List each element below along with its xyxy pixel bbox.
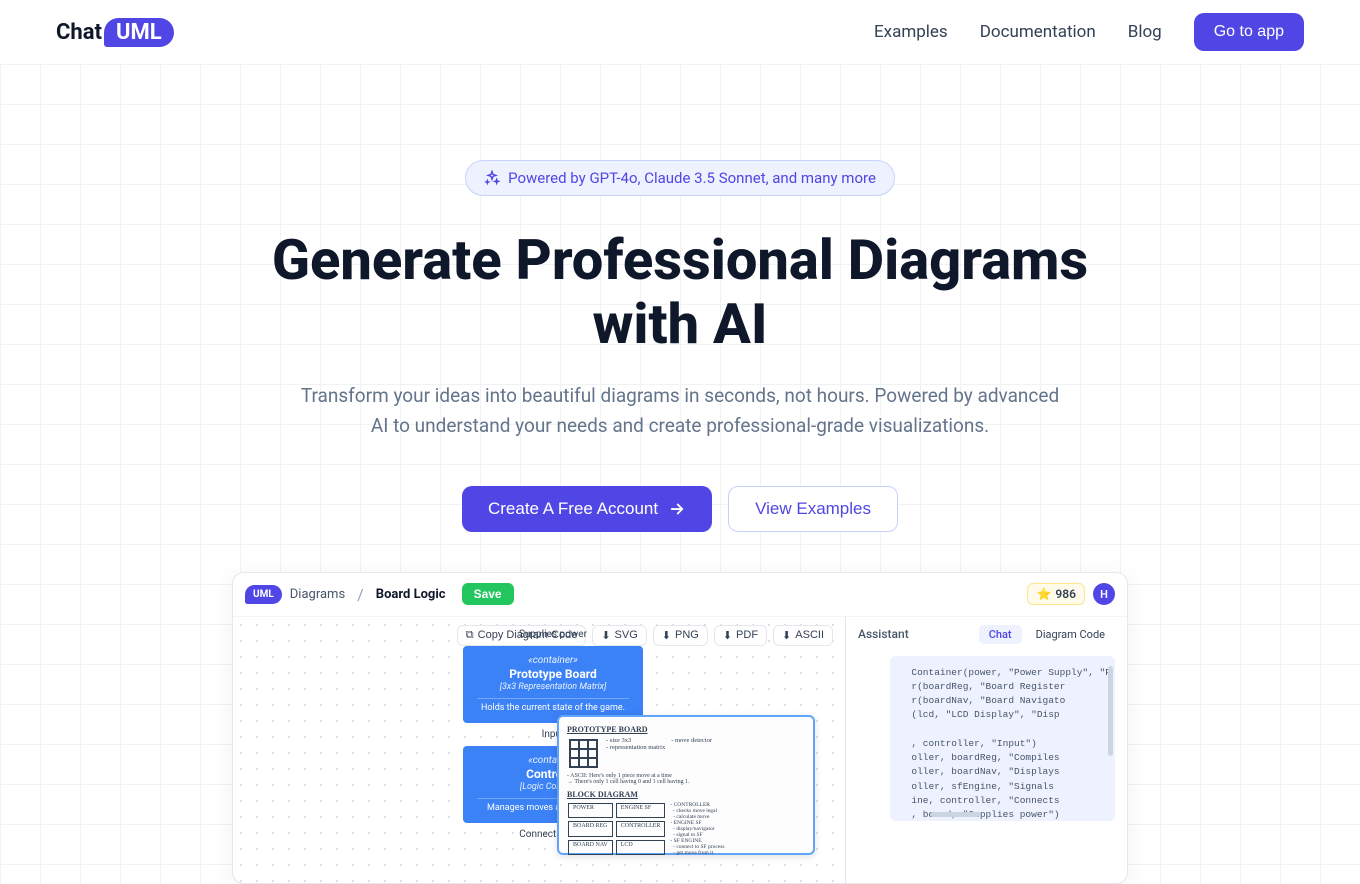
sketch-attachment[interactable]: PROTOTYPE BOARD - size 3x3 - representat… bbox=[557, 715, 815, 855]
nav-blog[interactable]: Blog bbox=[1128, 22, 1162, 42]
export-png-button[interactable]: ⬇PNG bbox=[653, 625, 708, 646]
app-topbar-right: ⭐ 986 H bbox=[1027, 583, 1115, 605]
main-nav: Examples Documentation Blog Go to app bbox=[874, 13, 1304, 51]
logo-text-chat: Chat bbox=[56, 20, 102, 45]
avatar[interactable]: H bbox=[1093, 583, 1115, 605]
app-topbar-left: UML Diagrams / Board Logic Save bbox=[245, 583, 514, 605]
sketch-title-2: BLOCK DIAGRAM bbox=[567, 790, 805, 799]
credits-badge[interactable]: ⭐ 986 bbox=[1027, 583, 1085, 605]
tab-chat[interactable]: Chat bbox=[979, 625, 1022, 644]
scrollbar-horizontal[interactable] bbox=[930, 812, 980, 817]
cta-label: Create A Free Account bbox=[488, 499, 658, 519]
canvas-area[interactable]: ⧉Copy Diagram Code ⬇SVG ⬇PNG ⬇PDF ⬇ASCII… bbox=[233, 617, 845, 883]
logo-text-uml: UML bbox=[104, 18, 174, 47]
edge-label-power: Supplies power bbox=[453, 629, 653, 640]
sketch-grid-icon bbox=[569, 739, 598, 768]
download-icon: ⬇ bbox=[782, 629, 791, 642]
nav-examples[interactable]: Examples bbox=[874, 22, 948, 42]
create-account-button[interactable]: Create A Free Account bbox=[462, 486, 712, 532]
panel-header: Assistant Chat Diagram Code bbox=[846, 617, 1127, 652]
assistant-panel: Assistant Chat Diagram Code Container(po… bbox=[845, 617, 1127, 883]
code-block[interactable]: Container(power, "Power Supply", "P r(bo… bbox=[890, 656, 1115, 821]
view-examples-button[interactable]: View Examples bbox=[728, 486, 898, 532]
download-icon: ⬇ bbox=[723, 629, 732, 642]
nav-documentation[interactable]: Documentation bbox=[980, 22, 1096, 42]
hero-subtitle: Transform your ideas into beautiful diag… bbox=[290, 381, 1070, 442]
hero-section: Powered by GPT-4o, Claude 3.5 Sonnet, an… bbox=[220, 64, 1140, 532]
panel-tabs: Chat Diagram Code bbox=[979, 625, 1115, 644]
download-icon: ⬇ bbox=[662, 629, 671, 642]
site-header: Chat UML Examples Documentation Blog Go … bbox=[0, 0, 1360, 64]
app-topbar: UML Diagrams / Board Logic Save ⭐ 986 H bbox=[233, 573, 1127, 617]
star-icon: ⭐ bbox=[1036, 587, 1051, 601]
panel-title: Assistant bbox=[858, 627, 909, 641]
go-to-app-button[interactable]: Go to app bbox=[1194, 13, 1304, 51]
cta-row: Create A Free Account View Examples bbox=[220, 486, 1140, 532]
sparkle-icon bbox=[484, 170, 500, 186]
diagram-node-prototype-board[interactable]: «container» Prototype Board [3x3 Represe… bbox=[463, 646, 643, 723]
scrollbar-vertical[interactable] bbox=[1108, 666, 1113, 756]
pill-text: Powered by GPT-4o, Claude 3.5 Sonnet, an… bbox=[508, 169, 876, 187]
app-logo-badge: UML bbox=[245, 585, 282, 604]
app-preview-screenshot: UML Diagrams / Board Logic Save ⭐ 986 H … bbox=[232, 572, 1128, 884]
credits-count: 986 bbox=[1055, 587, 1076, 601]
logo[interactable]: Chat UML bbox=[56, 18, 174, 47]
export-ascii-button[interactable]: ⬇ASCII bbox=[773, 625, 833, 646]
app-body: ⧉Copy Diagram Code ⬇SVG ⬇PNG ⬇PDF ⬇ASCII… bbox=[233, 617, 1127, 883]
tab-diagram-code[interactable]: Diagram Code bbox=[1026, 625, 1115, 644]
sketch-title-1: PROTOTYPE BOARD bbox=[567, 725, 805, 734]
hero-title: Generate Professional Diagrams with AI bbox=[220, 228, 1140, 357]
breadcrumb-root[interactable]: Diagrams bbox=[290, 587, 345, 602]
save-button[interactable]: Save bbox=[462, 583, 514, 605]
breadcrumb-separator: / bbox=[357, 585, 364, 604]
powered-by-pill: Powered by GPT-4o, Claude 3.5 Sonnet, an… bbox=[465, 160, 895, 196]
arrow-right-icon bbox=[668, 500, 686, 518]
breadcrumb-current: Board Logic bbox=[376, 587, 446, 602]
export-pdf-button[interactable]: ⬇PDF bbox=[714, 625, 767, 646]
